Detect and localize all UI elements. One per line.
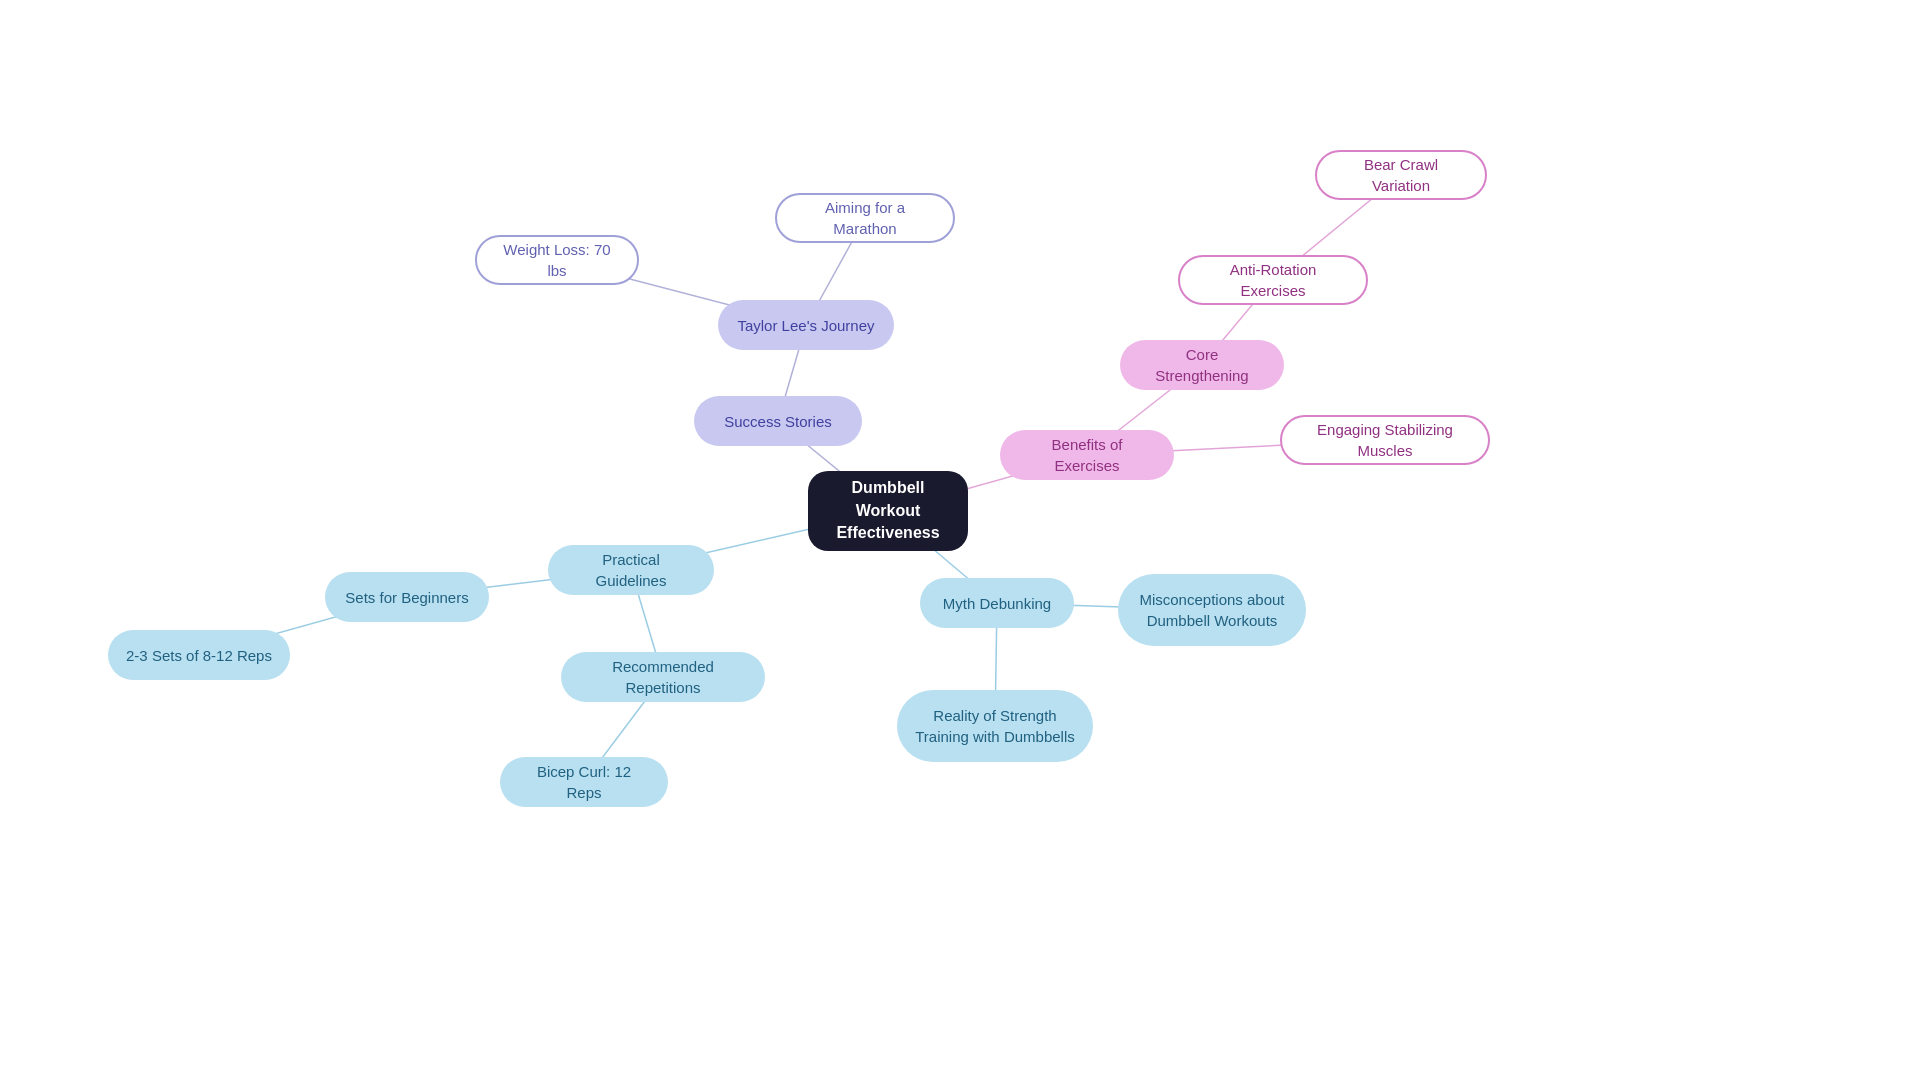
node-engagingStabilizing[interactable]: Engaging Stabilizing Muscles [1280, 415, 1490, 465]
node-bicepCurl[interactable]: Bicep Curl: 12 Reps [500, 757, 668, 807]
node-misconceptions[interactable]: Misconceptions about Dumbbell Workouts [1118, 574, 1306, 646]
node-realityStrength[interactable]: Reality of Strength Training with Dumbbe… [897, 690, 1093, 762]
node-practicalGuidelines[interactable]: Practical Guidelines [548, 545, 714, 595]
node-coreStrengthening[interactable]: Core Strengthening [1120, 340, 1284, 390]
node-sets2to3[interactable]: 2-3 Sets of 8-12 Reps [108, 630, 290, 680]
node-mythDebunking[interactable]: Myth Debunking [920, 578, 1074, 628]
node-benefitsExercises[interactable]: Benefits of Exercises [1000, 430, 1174, 480]
node-center[interactable]: Dumbbell Workout Effectiveness [808, 471, 968, 551]
mind-map: Dumbbell Workout Effectiveness Success St… [0, 0, 1920, 1083]
node-setsBeginners[interactable]: Sets for Beginners [325, 572, 489, 622]
node-recommendedReps[interactable]: Recommended Repetitions [561, 652, 765, 702]
node-bearCrawl[interactable]: Bear Crawl Variation [1315, 150, 1487, 200]
node-aimingMarathon[interactable]: Aiming for a Marathon [775, 193, 955, 243]
node-weightLoss[interactable]: Weight Loss: 70 lbs [475, 235, 639, 285]
node-successStories[interactable]: Success Stories [694, 396, 862, 446]
node-taylorLee[interactable]: Taylor Lee's Journey [718, 300, 894, 350]
node-antiRotation[interactable]: Anti-Rotation Exercises [1178, 255, 1368, 305]
